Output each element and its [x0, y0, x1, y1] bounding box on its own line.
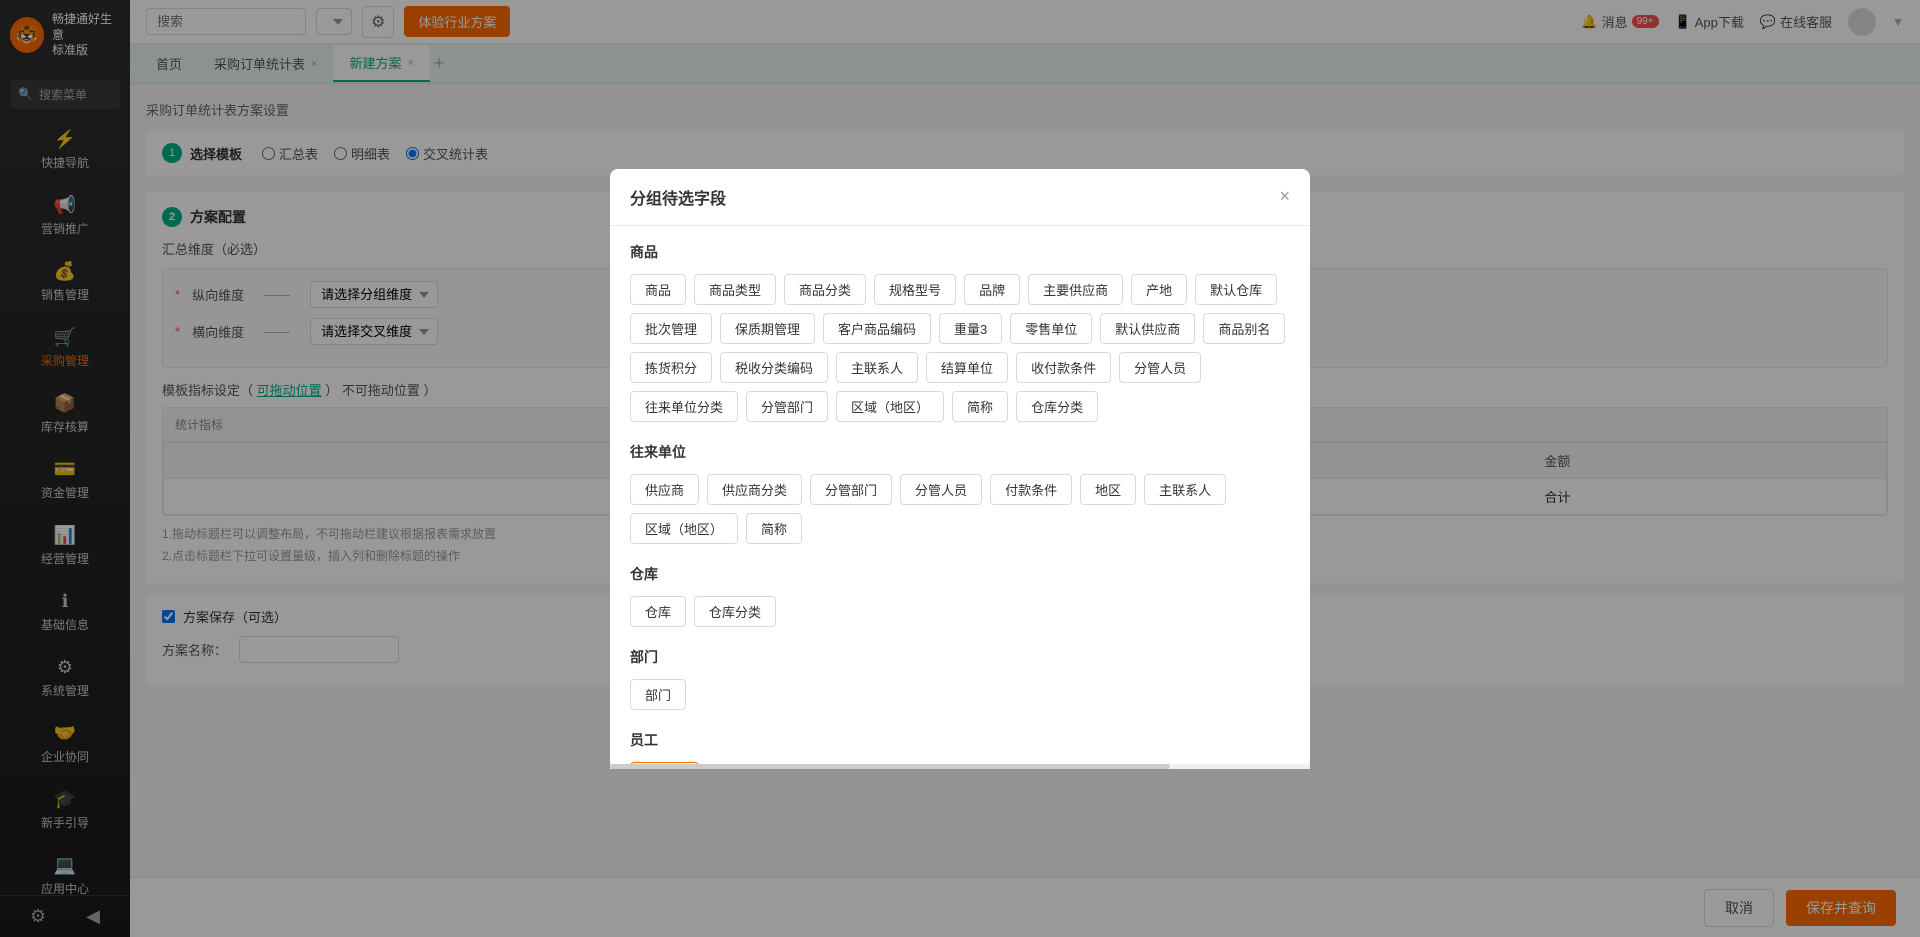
field-tag[interactable]: 付款条件	[990, 474, 1072, 505]
field-tag[interactable]: 分管部门	[746, 391, 828, 422]
field-group-仓库: 仓库仓库仓库分类	[630, 564, 1290, 627]
field-tag[interactable]: 产地	[1131, 274, 1187, 305]
field-group-员工: 员工业务员	[630, 730, 1290, 764]
field-group-title-商品: 商品	[630, 242, 1290, 262]
field-tag[interactable]: 规格型号	[874, 274, 956, 305]
field-tag[interactable]: 仓库	[630, 596, 686, 627]
field-tag[interactable]: 重量3	[939, 313, 1002, 344]
field-tag[interactable]: 分管部门	[810, 474, 892, 505]
field-tag[interactable]: 商品	[630, 274, 686, 305]
field-tag[interactable]: 地区	[1080, 474, 1136, 505]
field-tags-仓库: 仓库仓库分类	[630, 596, 1290, 627]
field-tag[interactable]: 默认供应商	[1100, 313, 1195, 344]
modal-dialog: 分组待选字段 × 商品商品商品类型商品分类规格型号品牌主要供应商产地默认仓库批次…	[610, 169, 1310, 769]
field-tag[interactable]: 区域（地区）	[836, 391, 944, 422]
field-tag[interactable]: 供应商	[630, 474, 699, 505]
field-tag[interactable]: 分管人员	[1119, 352, 1201, 383]
modal-close-button[interactable]: ×	[1279, 186, 1290, 207]
modal-scroll-bar	[610, 764, 1310, 769]
field-tag[interactable]: 保质期管理	[720, 313, 815, 344]
field-tags-商品: 商品商品类型商品分类规格型号品牌主要供应商产地默认仓库批次管理保质期管理客户商品…	[630, 274, 1290, 422]
field-tag[interactable]: 商品别名	[1203, 313, 1285, 344]
field-tag[interactable]: 区域（地区）	[630, 513, 738, 544]
field-tag[interactable]: 客户商品编码	[823, 313, 931, 344]
modal-overlay[interactable]: 分组待选字段 × 商品商品商品类型商品分类规格型号品牌主要供应商产地默认仓库批次…	[0, 0, 1920, 937]
field-tag[interactable]: 主联系人	[1144, 474, 1226, 505]
field-tag[interactable]: 简称	[746, 513, 802, 544]
field-tag[interactable]: 供应商分类	[707, 474, 802, 505]
field-tags-往来单位: 供应商供应商分类分管部门分管人员付款条件地区主联系人区域（地区） 简称	[630, 474, 1290, 544]
field-tag[interactable]: 往来单位分类	[630, 391, 738, 422]
field-tag[interactable]: 简称	[952, 391, 1008, 422]
modal-header: 分组待选字段 ×	[610, 169, 1310, 226]
field-tag[interactable]: 主要供应商	[1028, 274, 1123, 305]
field-group-title-仓库: 仓库	[630, 564, 1290, 584]
field-tag[interactable]: 拣货积分	[630, 352, 712, 383]
field-tags-部门: 部门	[630, 679, 1290, 710]
field-group-title-员工: 员工	[630, 730, 1290, 750]
field-tag[interactable]: 商品分类	[784, 274, 866, 305]
modal-title: 分组待选字段	[630, 185, 726, 209]
field-tag[interactable]: 零售单位	[1010, 313, 1092, 344]
field-tag[interactable]: 仓库分类	[694, 596, 776, 627]
field-group-title-部门: 部门	[630, 647, 1290, 667]
field-tag[interactable]: 品牌	[964, 274, 1020, 305]
modal-body: 商品商品商品类型商品分类规格型号品牌主要供应商产地默认仓库批次管理保质期管理客户…	[610, 226, 1310, 764]
field-tag[interactable]: 收付款条件	[1016, 352, 1111, 383]
field-group-商品: 商品商品商品类型商品分类规格型号品牌主要供应商产地默认仓库批次管理保质期管理客户…	[630, 242, 1290, 422]
field-group-title-往来单位: 往来单位	[630, 442, 1290, 462]
field-tag[interactable]: 主联系人	[836, 352, 918, 383]
field-group-往来单位: 往来单位供应商供应商分类分管部门分管人员付款条件地区主联系人区域（地区） 简称	[630, 442, 1290, 544]
field-tag[interactable]: 结算单位	[926, 352, 1008, 383]
field-tag[interactable]: 批次管理	[630, 313, 712, 344]
field-tag[interactable]: 税收分类编码	[720, 352, 828, 383]
field-group-部门: 部门部门	[630, 647, 1290, 710]
modal-scroll-thumb[interactable]	[610, 764, 1170, 769]
field-tag[interactable]: 默认仓库	[1195, 274, 1277, 305]
field-tag[interactable]: 部门	[630, 679, 686, 710]
field-tag[interactable]: 仓库分类	[1016, 391, 1098, 422]
field-tag[interactable]: 分管人员	[900, 474, 982, 505]
field-tag[interactable]: 商品类型	[694, 274, 776, 305]
